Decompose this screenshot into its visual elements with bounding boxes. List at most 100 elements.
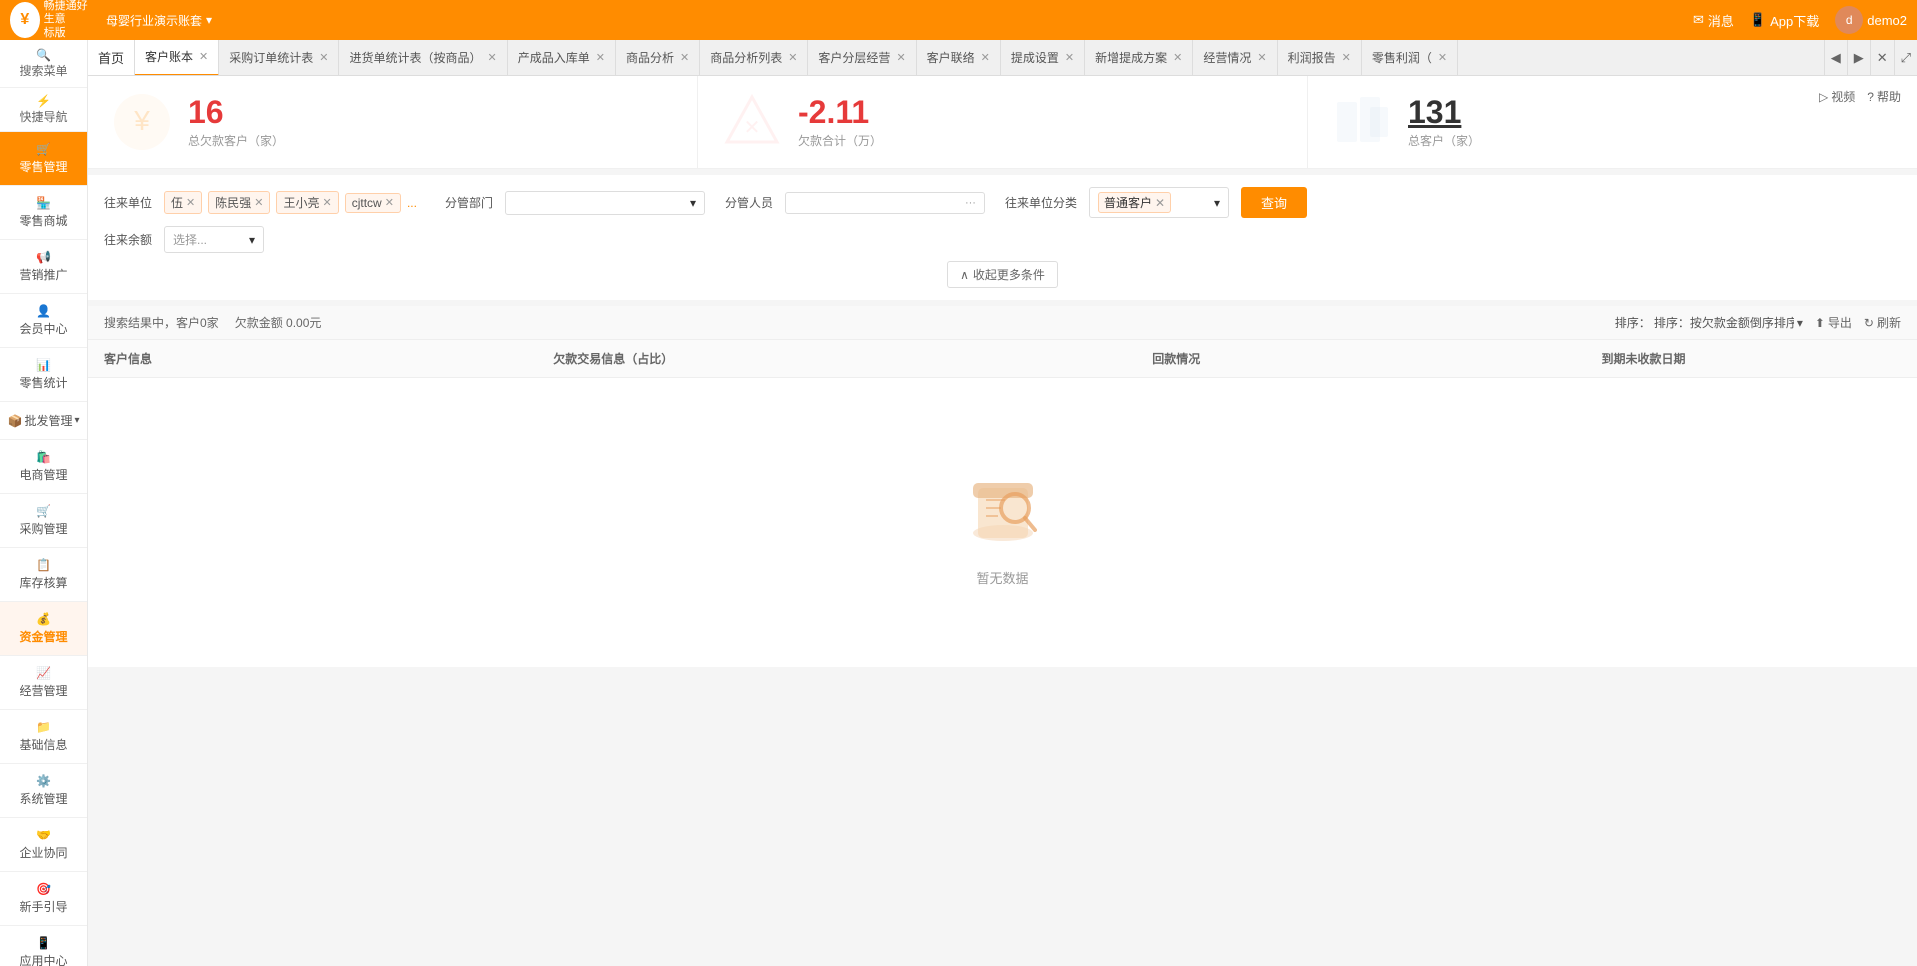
sidebar-item-purchase-manage[interactable]: 🛒 采购管理 [0,494,87,548]
remove-tag-3[interactable]: ✕ [385,196,394,209]
tab-close-operation-status[interactable]: ✕ [1257,51,1266,64]
system-icon: ⚙️ [36,774,51,788]
tab-purchase-stats[interactable]: 进货单统计表（按商品） ✕ [339,40,507,76]
division-person-select[interactable]: ··· [785,192,985,214]
tab-close-product-inbound[interactable]: ✕ [596,51,605,64]
tab-close-all-button[interactable]: ✕ [1870,40,1894,76]
filter-tags: 伍 ✕ 陈民强 ✕ 王小亮 ✕ [164,191,417,214]
tab-retail-profit[interactable]: 零售利润（ ✕ [1362,40,1458,76]
sidebar-item-quick-nav[interactable]: ⚡ 快捷导航 [0,88,87,132]
remove-category-tag[interactable]: ✕ [1155,196,1165,210]
division-dept-select[interactable]: ▾ [505,191,705,215]
tab-close-purchase-order[interactable]: ✕ [319,51,328,64]
tab-prev-button[interactable]: ◀ [1824,40,1847,76]
chevron-down-icon: ▾ [206,13,212,27]
tab-close-product-analysis-list[interactable]: ✕ [788,51,797,64]
sort-button[interactable]: 排序： 排序：按欠款金额倒序排序 ▾ [1615,314,1803,331]
balance-select[interactable]: 选择... ▾ [164,226,264,253]
download-icon: 📱 [1750,12,1766,28]
col-header-repayment: 回款情况 [1152,350,1601,367]
sidebar-item-wholesale[interactable]: 📦 批发管理 ▾ [0,402,87,440]
col-header-customer: 客户信息 [104,350,553,367]
collapse-button[interactable]: ∧ 收起更多条件 [947,261,1058,288]
sidebar: 🔍 搜索菜单 ⚡ 快捷导航 🛒 零售管理 🏪 零售商城 📢 营销推广 👤 [0,40,88,966]
inventory-icon: 📋 [36,558,51,572]
video-button[interactable]: ▷ 视频 [1819,88,1855,105]
no-data-illustration [953,458,1053,558]
tab-customer-tier[interactable]: 客户分层经营 ✕ [808,40,916,76]
filter-section: 往来单位 伍 ✕ 陈民强 ✕ 王小亮 [88,175,1917,300]
sidebar-item-system[interactable]: ⚙️ 系统管理 [0,764,87,818]
tab-new-promotion[interactable]: 新增提成方案 ✕ [1085,40,1193,76]
search-icon: 🔍 [8,48,79,62]
tab-customer-account[interactable]: 客户账本 ✕ [135,40,219,76]
tab-close-profit-report[interactable]: ✕ [1342,51,1351,64]
tab-close-product-analysis[interactable]: ✕ [680,51,689,64]
tab-expand-button[interactable]: ⤢ [1894,40,1917,76]
tab-profit-report[interactable]: 利润报告 ✕ [1278,40,1362,76]
message-button[interactable]: ✉ 消息 [1693,11,1734,30]
tab-close-new-promotion[interactable]: ✕ [1173,51,1182,64]
tab-product-inbound[interactable]: 产成品入库单 ✕ [508,40,616,76]
sidebar-item-enterprise[interactable]: 🤝 企业协同 [0,818,87,872]
tab-home[interactable]: 首页 [88,40,135,76]
filter-row-2: 往来余额 选择... ▾ [104,226,1901,253]
export-icon: ⬆ [1815,316,1825,330]
sidebar-item-marketing[interactable]: 📢 营销推广 [0,240,87,294]
col-header-debt: 欠款交易信息（占比） [553,350,1152,367]
wholesale-icon: 📦 [8,414,23,428]
tab-close-customer-contact[interactable]: ✕ [981,51,990,64]
tab-operation-status[interactable]: 经营情况 ✕ [1193,40,1277,76]
tab-purchase-order[interactable]: 采购订单统计表 ✕ [219,40,339,76]
marketing-icon: 📢 [36,250,51,264]
tab-product-analysis[interactable]: 商品分析 ✕ [616,40,700,76]
user-profile[interactable]: d demo2 [1835,6,1907,34]
table-area: 客户信息 欠款交易信息（占比） 回款情况 到期未收款日期 [88,340,1917,667]
account-dropdown-button[interactable]: 母婴行业演示账套 ▾ [106,12,212,29]
sidebar-item-retail-mall[interactable]: 🏪 零售商城 [0,186,87,240]
filter-more-button[interactable]: ... [407,196,417,210]
logo-icon: ¥ [10,2,40,38]
tab-customer-contact[interactable]: 客户联络 ✕ [917,40,1001,76]
svg-text:¥: ¥ [133,105,150,136]
sidebar-item-app-center[interactable]: 📱 应用中心 [0,926,87,966]
sidebar-item-retail-stats[interactable]: 📊 零售统计 [0,348,87,402]
sidebar-item-new-guide[interactable]: 🎯 新手引导 [0,872,87,926]
remove-tag-1[interactable]: ✕ [254,196,263,209]
remove-tag-2[interactable]: ✕ [323,196,332,209]
operations-icon: 📈 [36,666,51,680]
sidebar-item-member-center[interactable]: 👤 会员中心 [0,294,87,348]
export-button[interactable]: ⬆ 导出 [1815,314,1852,331]
collapse-section: ∧ 收起更多条件 [104,261,1901,288]
sidebar-item-basic-info[interactable]: 📁 基础信息 [0,710,87,764]
app-center-icon: 📱 [36,936,51,950]
refresh-button[interactable]: ↻ 刷新 [1864,314,1901,331]
message-icon: ✉ [1693,12,1704,28]
result-bar-left: 搜索结果中，客户0家 欠款金额 0.00元 [104,314,321,331]
search-button[interactable]: 查询 [1241,187,1307,218]
tab-close-promotion-settings[interactable]: ✕ [1065,51,1074,64]
tab-close-customer-tier[interactable]: ✕ [896,51,905,64]
remove-tag-0[interactable]: ✕ [186,196,195,209]
app-download-button[interactable]: 📱 App下载 [1750,11,1819,30]
svg-text:✕: ✕ [744,117,761,139]
sidebar-item-ecommerce[interactable]: 🛍️ 电商管理 [0,440,87,494]
tab-product-analysis-list[interactable]: 商品分析列表 ✕ [700,40,808,76]
partner-category-select[interactable]: 普通客户 ✕ ▾ [1089,187,1229,218]
sidebar-item-operations[interactable]: 📈 经营管理 [0,656,87,710]
tab-promotion-settings[interactable]: 提成设置 ✕ [1001,40,1085,76]
chevron-up-icon: ∧ [960,268,969,282]
sidebar-item-retail-manage[interactable]: 🛒 零售管理 [0,132,87,186]
sidebar-item-finance[interactable]: 💰 资金管理 [0,602,87,656]
chevron-down-icon: ▾ [249,233,255,247]
help-button[interactable]: ? 帮助 [1867,88,1901,105]
tab-next-button[interactable]: ▶ [1847,40,1870,76]
tab-close-customer-account[interactable]: ✕ [199,50,208,63]
filter-tag-3: cjttcw ✕ [345,193,401,213]
sidebar-item-inventory[interactable]: 📋 库存核算 [0,548,87,602]
avatar: d [1835,6,1863,34]
tab-close-retail-profit[interactable]: ✕ [1438,51,1447,64]
balance-label: 往来余额 [104,231,152,248]
tab-close-purchase-stats[interactable]: ✕ [488,51,497,64]
sidebar-item-search-menu[interactable]: 🔍 搜索菜单 [0,40,87,88]
